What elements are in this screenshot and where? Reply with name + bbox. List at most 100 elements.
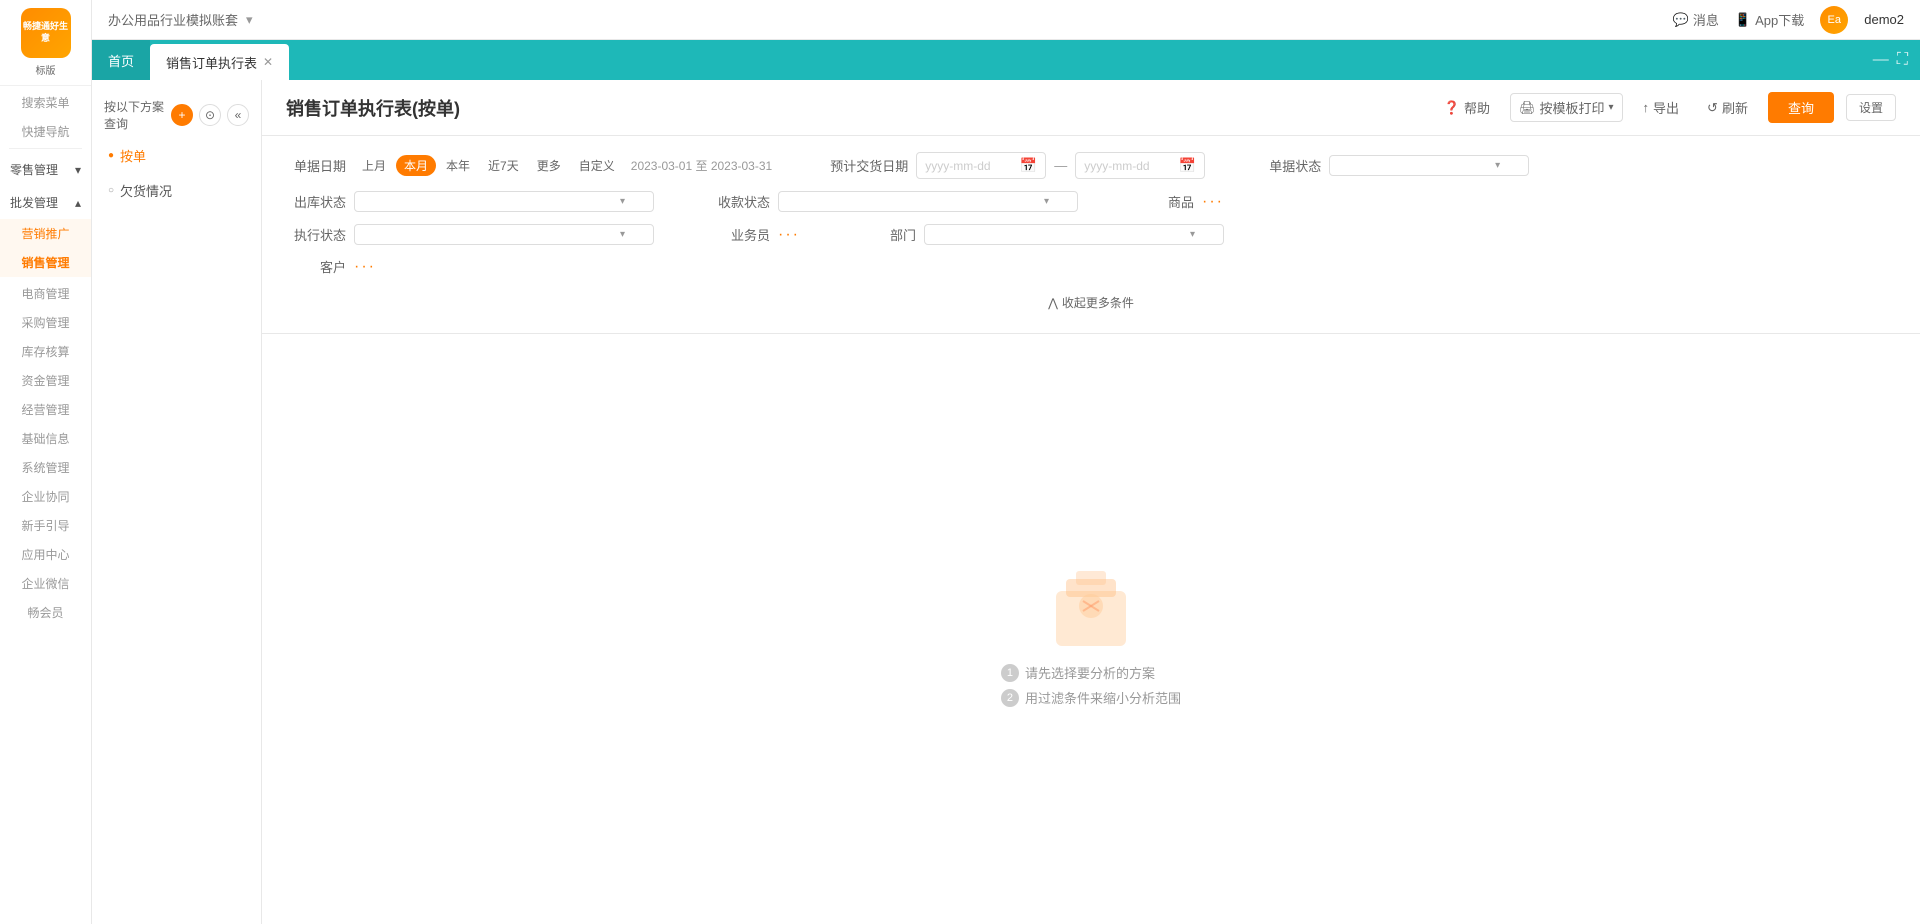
customer-picker-button[interactable]: ··· <box>354 258 376 276</box>
collapse-icon: « <box>235 108 242 122</box>
filter-salesperson: 业务员 ··· <box>710 225 800 244</box>
query-button[interactable]: 查询 <box>1768 92 1834 123</box>
sidebar-section-retail: 零售管理 ▾ <box>0 153 91 186</box>
sidebar-item-app-center[interactable]: 应用中心 <box>0 538 91 567</box>
home-tab-label: 首页 <box>108 51 134 70</box>
exec-dropdown-icon: ▾ <box>620 229 625 240</box>
doc-status-select[interactable]: ▾ <box>1329 155 1529 176</box>
sidebar-item-basic-info[interactable]: 基础信息 <box>0 422 91 451</box>
date-label: 单据日期 <box>286 156 346 175</box>
industry-dropdown-icon[interactable]: ▾ <box>246 12 253 28</box>
calendar-icon-start: 📅 <box>1020 157 1037 174</box>
salesperson-picker-button[interactable]: ··· <box>778 226 800 244</box>
payment-status-select[interactable]: ▾ <box>778 191 1078 212</box>
empty-tip-2: 2 用过滤条件来缩小分析范围 <box>1001 688 1181 707</box>
topbar: 办公用品行业模拟账套 ▾ 💬 消息 📱 App下载 Ea demo2 <box>92 0 1920 40</box>
tab-sales-order-exec[interactable]: 销售订单执行表 ✕ <box>150 44 289 80</box>
industry-label: 办公用品行业模拟账套 <box>108 10 238 29</box>
tab-close-icon[interactable]: ✕ <box>263 55 273 69</box>
page-actions: ❓ 帮助 🖨 按模板打印 ▾ ↑ 导出 ↺ 刷新 <box>1436 92 1896 123</box>
filter-row-3: 执行状态 ▾ 业务员 ··· 部门 ▾ <box>286 224 1896 245</box>
status-dropdown-icon: ▾ <box>1495 160 1500 171</box>
settings-button[interactable]: 设置 <box>1846 94 1896 121</box>
left-nav-by-order[interactable]: ● 按单 <box>92 138 261 173</box>
sidebar-item-purchase-mgmt[interactable]: 采购管理 <box>0 306 91 335</box>
app-logo: 畅捷通好生意 标版 <box>0 0 91 86</box>
customer-label: 客户 <box>286 257 346 276</box>
date-tab-more[interactable]: 更多 <box>529 155 569 176</box>
sidebar-item-search-menu[interactable]: 搜索菜单 <box>0 86 91 115</box>
filter-customer: 客户 ··· <box>286 257 376 276</box>
sidebar-item-new-user-guide[interactable]: 新手引导 <box>0 509 91 538</box>
main-area: 办公用品行业模拟账套 ▾ 💬 消息 📱 App下载 Ea demo2 首页 销售… <box>92 0 1920 924</box>
empty-illustration <box>1041 551 1141 651</box>
print-button[interactable]: 🖨 按模板打印 ▾ <box>1510 93 1623 122</box>
collapse-button[interactable]: ⋀ 收起更多条件 <box>1032 288 1150 317</box>
refresh-button[interactable]: ↺ 刷新 <box>1699 94 1756 121</box>
filter-row-2: 出库状态 ▾ 收款状态 ▾ 商品 <box>286 191 1896 212</box>
sidebar-section-wholesale: 批发管理 ▴ 营销推广 销售管理 <box>0 186 91 277</box>
sidebar-sub-item-marketing[interactable]: 营销推广 <box>0 219 91 248</box>
sidebar-item-finance-mgmt[interactable]: 资金管理 <box>0 364 91 393</box>
copy-scheme-button[interactable]: ⊙ <box>199 104 221 126</box>
date-tab-last-month[interactable]: 上月 <box>354 155 394 176</box>
logo-icon: 畅捷通好生意 <box>21 8 71 58</box>
filter-row-1: 单据日期 上月 本月 本年 近7天 更多 自定义 2023-03-01 至 20… <box>286 152 1896 179</box>
sidebar-item-member[interactable]: 畅会员 <box>0 596 91 625</box>
empty-state-area: 1 请先选择要分析的方案 2 用过滤条件来缩小分析范围 <box>262 334 1920 924</box>
minimize-button[interactable]: — <box>1873 51 1889 69</box>
salesperson-label: 业务员 <box>710 225 770 244</box>
add-icon: + <box>178 108 185 122</box>
ship-status-select[interactable]: ▾ <box>354 191 654 212</box>
date-tab-this-year[interactable]: 本年 <box>438 155 478 176</box>
payment-status-label: 收款状态 <box>710 192 770 211</box>
username-label: demo2 <box>1864 12 1904 27</box>
help-button[interactable]: ❓ 帮助 <box>1436 94 1498 121</box>
add-scheme-button[interactable]: + <box>171 104 193 126</box>
forecast-date-start[interactable]: yyyy-mm-dd 📅 <box>916 152 1046 179</box>
export-icon: ↑ <box>1643 100 1650 115</box>
avatar[interactable]: Ea <box>1820 6 1848 34</box>
app-download-button[interactable]: 📱 App下载 <box>1735 10 1804 29</box>
collapse-panel-button[interactable]: « <box>227 104 249 126</box>
sidebar-item-retail-mgmt[interactable]: 零售管理 ▾ <box>0 153 91 186</box>
sidebar-item-wholesale-mgmt[interactable]: 批发管理 ▴ <box>0 186 91 219</box>
date-range-label: 2023-03-01 至 2023-03-31 <box>631 157 772 174</box>
topbar-left: 办公用品行业模拟账套 ▾ <box>108 10 253 29</box>
right-panel: 销售订单执行表(按单) ❓ 帮助 🖨 按模板打印 ▾ ↑ 导出 <box>262 80 1920 924</box>
forecast-date-label: 预计交货日期 <box>828 156 908 175</box>
sidebar-item-system-mgmt[interactable]: 系统管理 <box>0 451 91 480</box>
export-button[interactable]: ↑ 导出 <box>1635 94 1688 121</box>
refresh-icon: ↺ <box>1707 100 1718 116</box>
goods-picker-button[interactable]: ··· <box>1202 193 1224 211</box>
left-nav-owed[interactable]: ○ 欠货情况 <box>92 173 261 208</box>
exec-status-select[interactable]: ▾ <box>354 224 654 245</box>
sidebar-sub-item-sales-mgmt[interactable]: 销售管理 <box>0 248 91 277</box>
date-tab-this-month[interactable]: 本月 <box>396 155 436 176</box>
left-panel-actions: + ⊙ « <box>171 104 249 126</box>
dept-label: 部门 <box>856 225 916 244</box>
left-panel: 按以下方案查询 + ⊙ « ● 按单 ○ <box>92 80 262 924</box>
sidebar-item-enterprise-collab[interactable]: 企业协同 <box>0 480 91 509</box>
messages-button[interactable]: 💬 消息 <box>1673 10 1719 29</box>
sidebar-item-enterprise-wechat[interactable]: 企业微信 <box>0 567 91 596</box>
maximize-button[interactable]: ⛶ <box>1897 51 1908 69</box>
sidebar-item-ops-mgmt[interactable]: 经营管理 <box>0 393 91 422</box>
page-header: 销售订单执行表(按单) ❓ 帮助 🖨 按模板打印 ▾ ↑ 导出 <box>262 80 1920 136</box>
forecast-date-end[interactable]: yyyy-mm-dd 📅 <box>1075 152 1205 179</box>
sidebar-item-ecommerce-mgmt[interactable]: 电商管理 <box>0 277 91 306</box>
tab-home[interactable]: 首页 <box>92 40 150 80</box>
tabbar-actions: — ⛶ <box>1873 40 1920 80</box>
copy-icon: ⊙ <box>205 108 215 122</box>
print-dropdown-icon: ▾ <box>1609 102 1614 113</box>
filter-date: 单据日期 上月 本月 本年 近7天 更多 自定义 2023-03-01 至 20… <box>286 155 772 176</box>
date-tab-7days[interactable]: 近7天 <box>480 155 527 176</box>
date-tabs: 上月 本月 本年 近7天 更多 自定义 <box>354 155 623 176</box>
dept-select[interactable]: ▾ <box>924 224 1224 245</box>
sidebar-item-inventory-check[interactable]: 库存核算 <box>0 335 91 364</box>
date-tab-custom[interactable]: 自定义 <box>571 155 623 176</box>
sidebar-item-quick-nav[interactable]: 快捷导航 <box>0 115 91 144</box>
date-separator: — <box>1054 158 1067 173</box>
download-icon: 📱 <box>1735 12 1751 28</box>
payment-dropdown-icon: ▾ <box>1044 196 1049 207</box>
